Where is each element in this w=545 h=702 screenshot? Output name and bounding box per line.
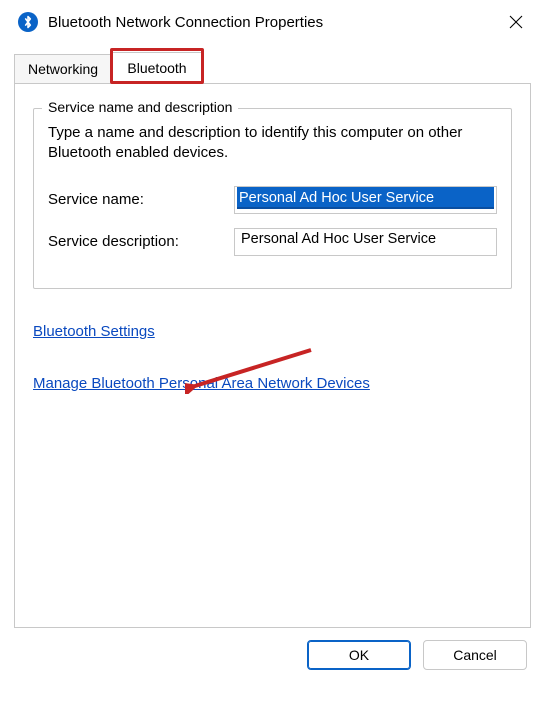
service-description-value: Personal Ad Hoc User Service [241, 231, 436, 247]
bluetooth-settings-link[interactable]: Bluetooth Settings [33, 323, 155, 340]
tab-bar: Networking Bluetooth [14, 52, 531, 84]
close-button[interactable] [493, 5, 539, 39]
titlebar: Bluetooth Network Connection Properties [0, 0, 545, 44]
tab-panel: Service name and description Type a name… [14, 84, 531, 628]
service-group: Service name and description Type a name… [33, 108, 512, 289]
tab-networking[interactable]: Networking [14, 54, 112, 84]
service-description-label: Service description: [48, 233, 234, 250]
service-name-value: Personal Ad Hoc User Service [237, 187, 494, 209]
properties-dialog: Bluetooth Network Connection Properties … [0, 0, 545, 702]
dialog-footer: OK Cancel [0, 628, 545, 684]
service-description-row: Service description: Personal Ad Hoc Use… [48, 228, 497, 256]
tab-label: Bluetooth [127, 60, 186, 76]
cancel-button[interactable]: Cancel [423, 640, 527, 670]
service-name-label: Service name: [48, 191, 234, 208]
ok-button[interactable]: OK [307, 640, 411, 670]
window-title: Bluetooth Network Connection Properties [48, 14, 493, 31]
service-name-row: Service name: Personal Ad Hoc User Servi… [48, 186, 497, 214]
manage-pan-devices-link[interactable]: Manage Bluetooth Personal Area Network D… [33, 375, 370, 392]
tab-bluetooth[interactable]: Bluetooth [112, 52, 202, 84]
tab-label: Networking [28, 61, 98, 77]
service-description-input[interactable]: Personal Ad Hoc User Service [234, 228, 497, 256]
bluetooth-icon [18, 12, 38, 32]
service-name-input[interactable]: Personal Ad Hoc User Service [234, 186, 497, 214]
group-description: Type a name and description to identify … [48, 123, 497, 164]
group-legend: Service name and description [42, 99, 238, 115]
